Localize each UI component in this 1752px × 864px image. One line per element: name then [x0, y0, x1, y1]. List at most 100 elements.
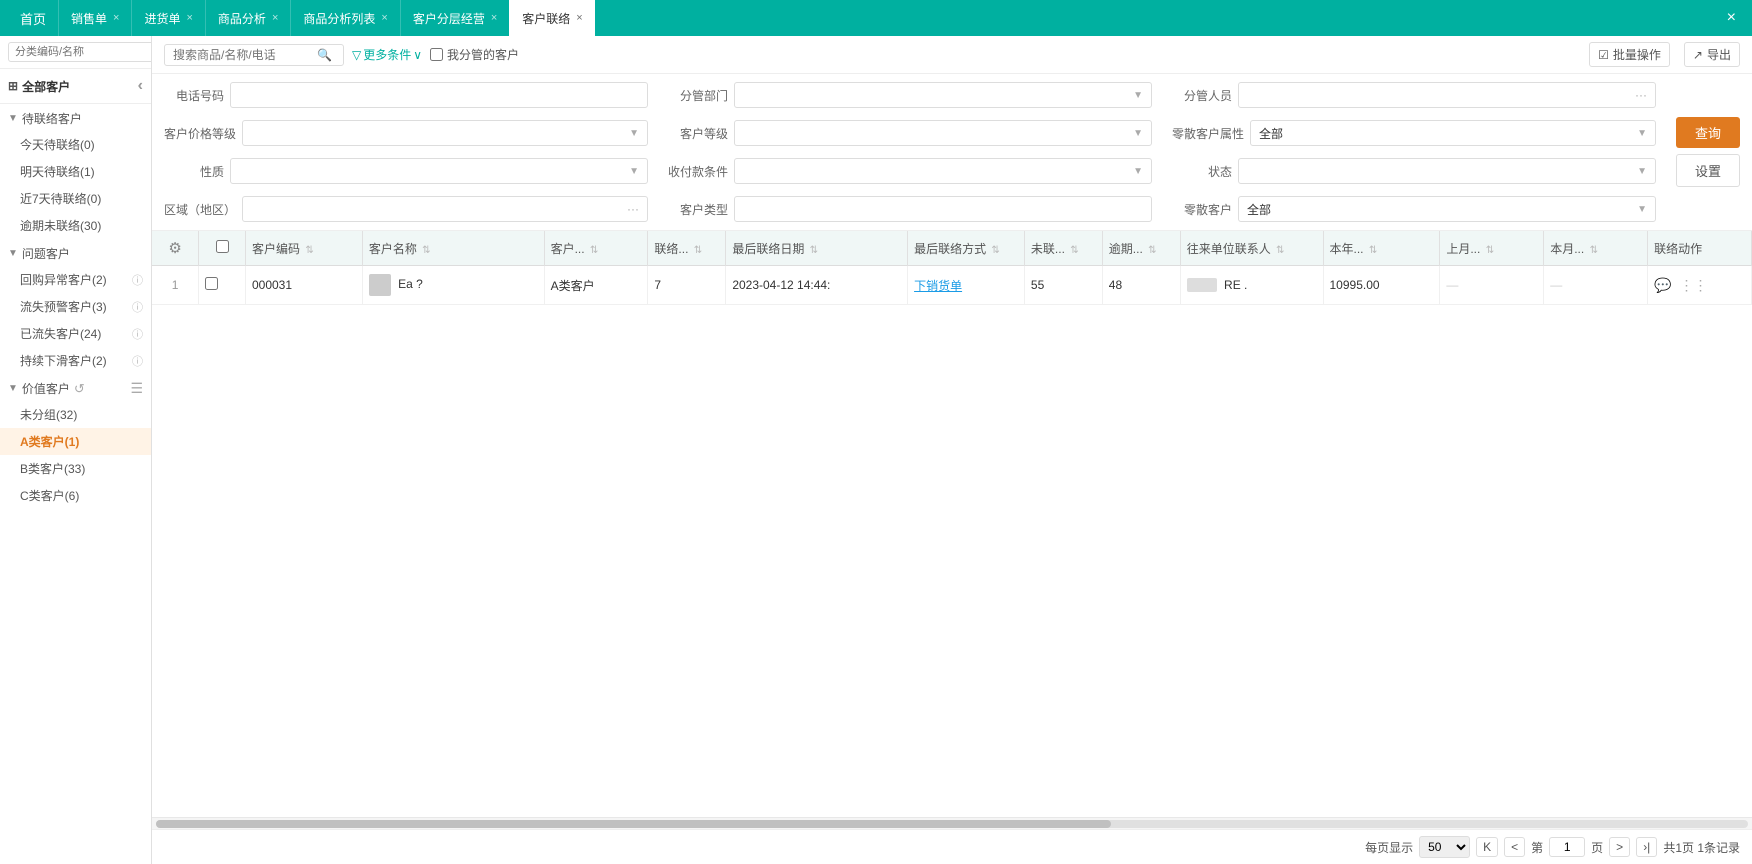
sort-last-method-icon[interactable]: ⇅ — [991, 245, 999, 256]
sidebar-search-input[interactable] — [8, 42, 152, 62]
sidebar-item-lost-customers[interactable]: 已流失客户(24) ⓘ — [0, 320, 151, 347]
sidebar-item-overdue-contact[interactable]: 逾期未联络(30) — [0, 212, 151, 239]
filter-search-icon[interactable]: 🔍 — [317, 48, 332, 62]
close-sales-tab-icon[interactable]: × — [113, 12, 119, 24]
sidebar-item-b-class[interactable]: B类客户(33) — [0, 455, 151, 482]
row-checkbox[interactable] — [205, 277, 218, 290]
close-purchase-tab-icon[interactable]: × — [186, 12, 192, 24]
sidebar-group-value-customers[interactable]: ▼ 价值客户 ↺ ☰ — [0, 374, 151, 401]
home-tab[interactable]: 首页 — [8, 0, 58, 36]
tab-product-analysis-list[interactable]: 商品分析列表 × — [290, 0, 399, 36]
sidebar-group-pending-contact[interactable]: ▼ 待联络客户 — [0, 104, 151, 131]
dept-dropdown[interactable]: ▼ — [734, 82, 1152, 108]
region-input[interactable]: ··· — [242, 196, 648, 222]
declining-info-icon[interactable]: ⓘ — [132, 353, 143, 369]
phone-input[interactable] — [230, 82, 648, 108]
scrollbar-thumb[interactable] — [156, 820, 1111, 828]
lost-customers-info-icon[interactable]: ⓘ — [132, 326, 143, 342]
sidebar-group-problem-customers[interactable]: ▼ 问题客户 — [0, 239, 151, 266]
more-filters-button[interactable]: ▽ 更多条件 ∨ — [352, 46, 422, 63]
tab-product-analysis[interactable]: 商品分析 × — [205, 0, 290, 36]
sidebar-item-ungrouped[interactable]: 未分组(32) — [0, 401, 151, 428]
customer-type-input[interactable] — [734, 196, 1152, 222]
filter-search-input[interactable] — [173, 48, 313, 62]
my-customers-checkbox[interactable] — [430, 48, 443, 61]
retail-customer-dropdown[interactable]: 全部 ▼ — [1238, 196, 1656, 222]
sidebar-item-tomorrow-contact[interactable]: 明天待联络(1) — [0, 158, 151, 185]
horizontal-scrollbar[interactable] — [152, 817, 1752, 829]
table-settings-icon[interactable]: ⚙ — [168, 240, 181, 257]
col-settings[interactable]: ⚙ — [152, 231, 199, 266]
value-customers-arrow-icon: ▼ — [8, 383, 18, 394]
sort-uncontacted-icon[interactable]: ⇅ — [1070, 245, 1078, 256]
close-product-list-tab-icon[interactable]: × — [381, 12, 387, 24]
retail-customer-field: 零散客户 全部 ▼ — [1172, 196, 1656, 222]
value-customers-add-icon[interactable]: ☰ — [130, 380, 143, 397]
tab-customer-contact[interactable]: 客户联络 × — [509, 0, 594, 36]
my-customers-checkbox-area[interactable]: 我分管的客户 — [430, 46, 519, 63]
sidebar-all-customers-header[interactable]: ⊞ 全部客户 ‹ — [0, 69, 151, 104]
contact-action-icon[interactable]: 💬 — [1654, 277, 1671, 294]
sidebar-item-repurchase-anomaly[interactable]: 回购异常客户(2) ⓘ — [0, 266, 151, 293]
last-method-link[interactable]: 下销货单 — [914, 279, 962, 293]
manager-ellipsis-icon[interactable]: ··· — [1635, 88, 1647, 102]
region-ellipsis-icon[interactable]: ··· — [627, 202, 639, 216]
select-all-checkbox[interactable] — [216, 240, 229, 253]
sort-last-month-icon[interactable]: ⇅ — [1486, 245, 1494, 256]
sidebar-collapse-icon[interactable]: ‹ — [138, 77, 143, 95]
more-action-icon[interactable]: ⋮⋮ — [1680, 277, 1708, 294]
sort-last-date-icon[interactable]: ⇅ — [810, 245, 818, 256]
close-customer-tier-tab-icon[interactable]: × — [491, 12, 497, 24]
value-customers-refresh-icon[interactable]: ↺ — [74, 381, 85, 397]
scrollbar-track[interactable] — [156, 820, 1748, 828]
settings-button[interactable]: 设置 — [1676, 154, 1740, 187]
query-button[interactable]: 查询 — [1676, 117, 1740, 148]
batch-ops-button[interactable]: ☑ 批量操作 — [1589, 42, 1670, 67]
price-tier-arrow-icon: ▼ — [629, 128, 639, 139]
loss-warning-info-icon[interactable]: ⓘ — [132, 299, 143, 315]
status-dropdown[interactable]: ▼ — [1238, 158, 1656, 184]
sidebar-item-today-contact[interactable]: 今天待联络(0) — [0, 131, 151, 158]
tab-sales-order[interactable]: 销售单 × — [58, 0, 131, 36]
sort-contact-count-icon[interactable]: ⇅ — [694, 245, 702, 256]
sidebar-item-a-class[interactable]: A类客户(1) — [0, 428, 151, 455]
payment-dropdown[interactable]: ▼ — [734, 158, 1152, 184]
pagination-bar: 每页显示 50 20 100 K < 第 1 页 > ›| 共1页 1条记录 — [152, 829, 1752, 864]
sidebar-item-loss-warning[interactable]: 流失预警客户(3) ⓘ — [0, 293, 151, 320]
close-customer-contact-tab-icon[interactable]: × — [576, 12, 582, 24]
repurchase-info-icon[interactable]: ⓘ — [132, 272, 143, 288]
current-page-input[interactable]: 1 — [1549, 837, 1585, 857]
tab-purchase-order[interactable]: 进货单 × — [131, 0, 204, 36]
sidebar-item-c-class[interactable]: C类客户(6) — [0, 482, 151, 509]
close-window-button[interactable]: × — [1719, 9, 1744, 27]
sidebar-item-7days-contact[interactable]: 近7天待联络(0) — [0, 185, 151, 212]
last-page-button[interactable]: ›| — [1636, 837, 1657, 857]
export-button[interactable]: ↗ 导出 — [1684, 42, 1740, 67]
retail-attr-arrow-icon: ▼ — [1637, 128, 1647, 139]
row-checkbox-cell[interactable] — [199, 266, 246, 305]
sidebar-item-declining-customers[interactable]: 持续下滑客户(2) ⓘ — [0, 347, 151, 374]
first-page-button[interactable]: K — [1476, 837, 1498, 857]
sort-overdue-icon[interactable]: ⇅ — [1148, 245, 1156, 256]
total-records-info: 共1页 1条记录 — [1663, 839, 1740, 856]
customer-tier-dropdown[interactable]: ▼ — [734, 120, 1152, 146]
manager-input[interactable]: ··· — [1238, 82, 1656, 108]
sort-this-month-icon[interactable]: ⇅ — [1590, 245, 1598, 256]
sort-type-icon[interactable]: ⇅ — [590, 245, 598, 256]
retail-attr-dropdown[interactable]: 全部 ▼ — [1250, 120, 1656, 146]
col-header-last-date: 最后联络日期 ⇅ — [726, 231, 908, 266]
col-header-this-year: 本年... ⇅ — [1323, 231, 1440, 266]
close-product-analysis-tab-icon[interactable]: × — [272, 12, 278, 24]
next-page-button[interactable]: > — [1609, 837, 1630, 857]
sort-code-icon[interactable]: ⇅ — [305, 245, 313, 256]
prev-page-button[interactable]: < — [1504, 837, 1525, 857]
row-last-method[interactable]: 下销货单 — [908, 266, 1025, 305]
tab-customer-tier[interactable]: 客户分层经营 × — [400, 0, 509, 36]
sort-related-contact-icon[interactable]: ⇅ — [1276, 245, 1284, 256]
col-checkbox[interactable] — [199, 231, 246, 266]
price-tier-dropdown[interactable]: ▼ — [242, 120, 648, 146]
sort-name-icon[interactable]: ⇅ — [422, 245, 430, 256]
nature-dropdown[interactable]: ▼ — [230, 158, 648, 184]
per-page-select[interactable]: 50 20 100 — [1419, 836, 1470, 858]
sort-this-year-icon[interactable]: ⇅ — [1369, 245, 1377, 256]
